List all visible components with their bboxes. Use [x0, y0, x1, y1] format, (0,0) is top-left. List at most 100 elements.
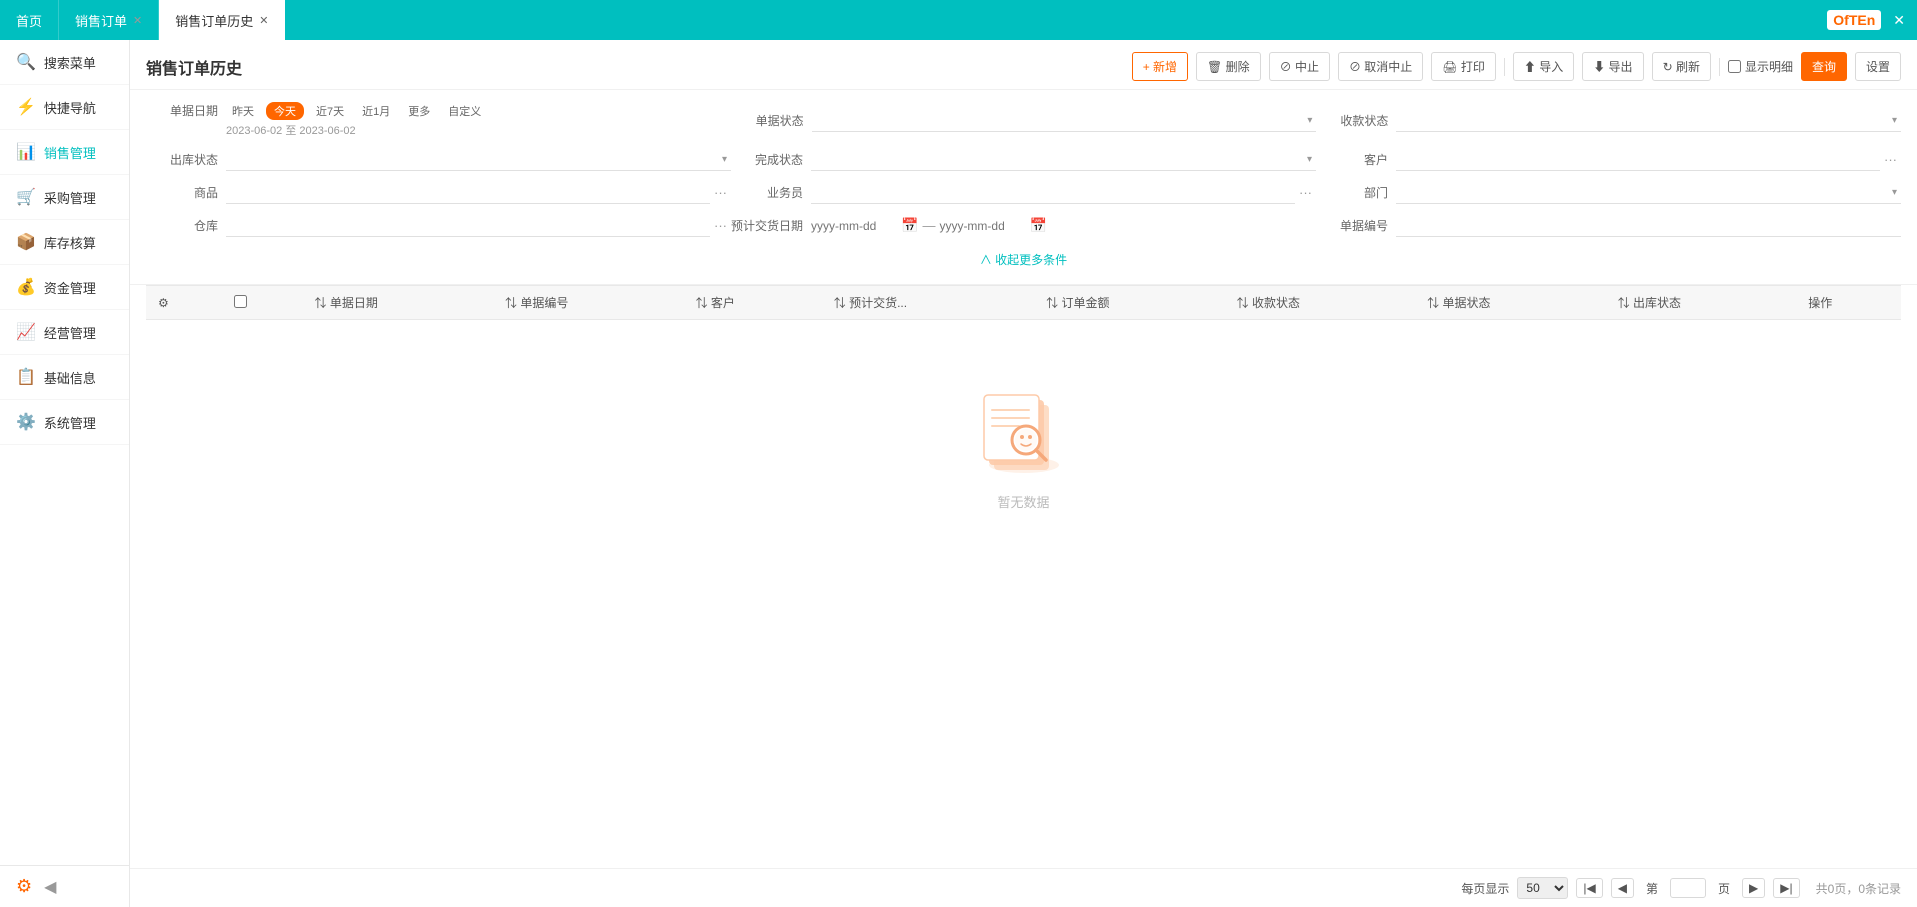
department-select-wrapper: ▾ — [1396, 181, 1901, 204]
payment-status-label: 收款状态 — [1316, 112, 1396, 129]
th-expected-delivery-sort-icon: ⇅ — [834, 296, 849, 310]
sidebar-item-sales-mgmt[interactable]: 📊 销售管理 — [0, 130, 129, 175]
date-yesterday-btn[interactable]: 昨天 — [226, 102, 260, 120]
th-order-amount[interactable]: ⇅ 订单金额 — [1034, 286, 1225, 320]
page-last-btn[interactable]: ▶| — [1773, 878, 1799, 898]
delete-button[interactable]: 🗑 删除 — [1196, 52, 1261, 81]
product-input[interactable] — [226, 181, 710, 204]
th-gear[interactable]: ⚙ — [146, 286, 222, 320]
sidebar-item-search-menu[interactable]: 🔍 搜索菜单 — [0, 40, 129, 85]
date-today-btn[interactable]: 今天 — [266, 102, 304, 120]
sidebar-item-base-info-label: 基础信息 — [44, 368, 96, 387]
inventory-icon: 📦 — [16, 232, 36, 252]
order-no-input[interactable] — [1396, 214, 1901, 237]
order-status-select[interactable] — [812, 109, 1317, 132]
sidebar-item-quick-nav[interactable]: ⚡ 快捷导航 — [0, 85, 129, 130]
calendar-end-icon[interactable]: 📅 — [1029, 217, 1046, 234]
th-date-label: 单据日期 — [330, 296, 378, 310]
salesperson-dots-btn[interactable]: ··· — [1295, 185, 1316, 200]
stop-button[interactable]: ⊘ 中止 — [1269, 52, 1330, 81]
sidebar-item-base-info[interactable]: 📋 基础信息 — [0, 355, 129, 400]
th-order-no[interactable]: ⇅ 单据编号 — [493, 286, 684, 320]
sidebar-collapse-icon[interactable]: ◀ — [44, 877, 56, 897]
sidebar-settings-icon[interactable]: ⚙ — [16, 876, 32, 897]
tab-sales-order-history[interactable]: 销售订单历史 ✕ — [159, 0, 285, 40]
complete-status-select-wrapper: ▾ — [811, 148, 1316, 171]
page-prev-btn[interactable]: ◀ — [1611, 878, 1634, 898]
payment-status-select[interactable] — [1396, 109, 1901, 132]
th-order-amount-sort-icon: ⇅ — [1046, 296, 1061, 310]
warehouse-dots-btn[interactable]: ··· — [710, 218, 731, 233]
date-last1m-btn[interactable]: 近1月 — [356, 102, 396, 120]
delivery-date-end-input[interactable] — [939, 215, 1029, 237]
th-order-amount-label: 订单金额 — [1061, 296, 1109, 310]
customer-dots-btn[interactable]: ··· — [1880, 152, 1901, 167]
customer-label: 客户 — [1316, 151, 1396, 168]
sidebar-item-quick-nav-label: 快捷导航 — [44, 98, 96, 117]
th-date[interactable]: ⇅ 单据日期 — [303, 286, 494, 320]
refresh-button[interactable]: ↻ 刷新 — [1652, 52, 1711, 81]
salesperson-input[interactable] — [811, 181, 1295, 204]
department-select[interactable] — [1396, 181, 1901, 204]
toolbar: + 新增 🗑 删除 ⊘ 中止 ⊘ 取消中止 🖨 打印 ⬆ 导入 ⬇ 导出 ↻ 刷… — [1132, 52, 1901, 81]
th-expected-delivery[interactable]: ⇅ 预计交货... — [822, 286, 1034, 320]
product-dots-btn[interactable]: ··· — [710, 185, 731, 200]
th-checkbox[interactable] — [222, 286, 303, 320]
delivery-status-group: 出库状态 ▾ — [146, 148, 731, 171]
date-more-btn[interactable]: 更多 — [402, 102, 436, 120]
delivery-date-start-input[interactable] — [811, 215, 901, 237]
empty-illustration — [964, 380, 1084, 480]
th-delivery-status[interactable]: ⇅ 出库状态 — [1606, 286, 1797, 320]
filter-row-1: 单据日期 昨天 今天 近7天 近1月 更多 自定义 2023-06-02 至 2… — [146, 102, 1901, 138]
new-button[interactable]: + 新增 — [1132, 52, 1188, 81]
empty-state-text: 暂无数据 — [997, 492, 1049, 511]
sidebar-item-purchase-mgmt[interactable]: 🛒 采购管理 — [0, 175, 129, 220]
export-button[interactable]: ⬇ 导出 — [1582, 52, 1643, 81]
cancel-stop-button[interactable]: ⊘ 取消中止 — [1338, 52, 1423, 81]
th-customer-sort-icon: ⇅ — [696, 296, 711, 310]
page-first-btn[interactable]: |◀ — [1576, 878, 1602, 898]
customer-input[interactable] — [1396, 148, 1880, 171]
tab-bar: 首页 销售订单 ✕ 销售订单历史 ✕ — [0, 0, 1827, 40]
display-detail-input[interactable] — [1728, 60, 1741, 73]
operations-icon: 📈 — [16, 322, 36, 342]
th-order-status[interactable]: ⇅ 单据状态 — [1415, 286, 1606, 320]
sidebar-item-operations-label: 经营管理 — [44, 323, 96, 342]
close-sales-order-history-tab[interactable]: ✕ — [259, 14, 268, 27]
delivery-status-select[interactable] — [226, 148, 731, 171]
delivery-status-select-wrapper: ▾ — [226, 148, 731, 171]
warehouse-input[interactable] — [226, 214, 710, 237]
tab-sales-order[interactable]: 销售订单 ✕ — [59, 0, 159, 40]
date-last7-btn[interactable]: 近7天 — [310, 102, 350, 120]
date-range-text: 2023-06-02 至 2023-06-02 — [226, 122, 487, 138]
complete-status-select[interactable] — [811, 148, 1316, 171]
sidebar-item-finance[interactable]: 💰 资金管理 — [0, 265, 129, 310]
settings-button[interactable]: 设置 — [1855, 52, 1901, 81]
sidebar-item-inventory-label: 库存核算 — [44, 233, 96, 252]
collapse-filter-btn[interactable]: ∧ 收起更多条件 — [146, 247, 1901, 272]
sidebar-item-sys-mgmt-label: 系统管理 — [44, 413, 96, 432]
display-detail-checkbox[interactable]: 显示明细 — [1728, 58, 1793, 75]
print-button[interactable]: 🖨 打印 — [1431, 52, 1496, 81]
sidebar-item-operations[interactable]: 📈 经营管理 — [0, 310, 129, 355]
close-sales-order-tab[interactable]: ✕ — [133, 14, 142, 27]
date-custom-btn[interactable]: 自定义 — [442, 102, 487, 120]
th-delivery-status-label: 出库状态 — [1633, 296, 1681, 310]
page-size-label: 每页显示 — [1461, 880, 1509, 897]
tab-home[interactable]: 首页 — [0, 0, 59, 40]
page-next-btn[interactable]: ▶ — [1742, 878, 1765, 898]
page-number-input[interactable]: 1 — [1670, 878, 1706, 898]
date-label: 单据日期 — [146, 102, 226, 119]
delivery-status-label: 出库状态 — [146, 151, 226, 168]
th-customer[interactable]: ⇅ 客户 — [684, 286, 822, 320]
sidebar-item-sys-mgmt[interactable]: ⚙️ 系统管理 — [0, 400, 129, 445]
sidebar-item-inventory[interactable]: 📦 库存核算 — [0, 220, 129, 265]
th-payment-status[interactable]: ⇅ 收款状态 — [1225, 286, 1416, 320]
page-size-select[interactable]: 50 20 100 — [1517, 877, 1568, 899]
sidebar-item-search-menu-label: 搜索菜单 — [44, 53, 96, 72]
query-button[interactable]: 查询 — [1801, 52, 1847, 81]
window-close-icon[interactable]: ✕ — [1893, 12, 1905, 29]
import-button[interactable]: ⬆ 导入 — [1513, 52, 1574, 81]
calendar-start-icon[interactable]: 📅 — [901, 217, 918, 234]
select-all-checkbox[interactable] — [234, 295, 247, 308]
